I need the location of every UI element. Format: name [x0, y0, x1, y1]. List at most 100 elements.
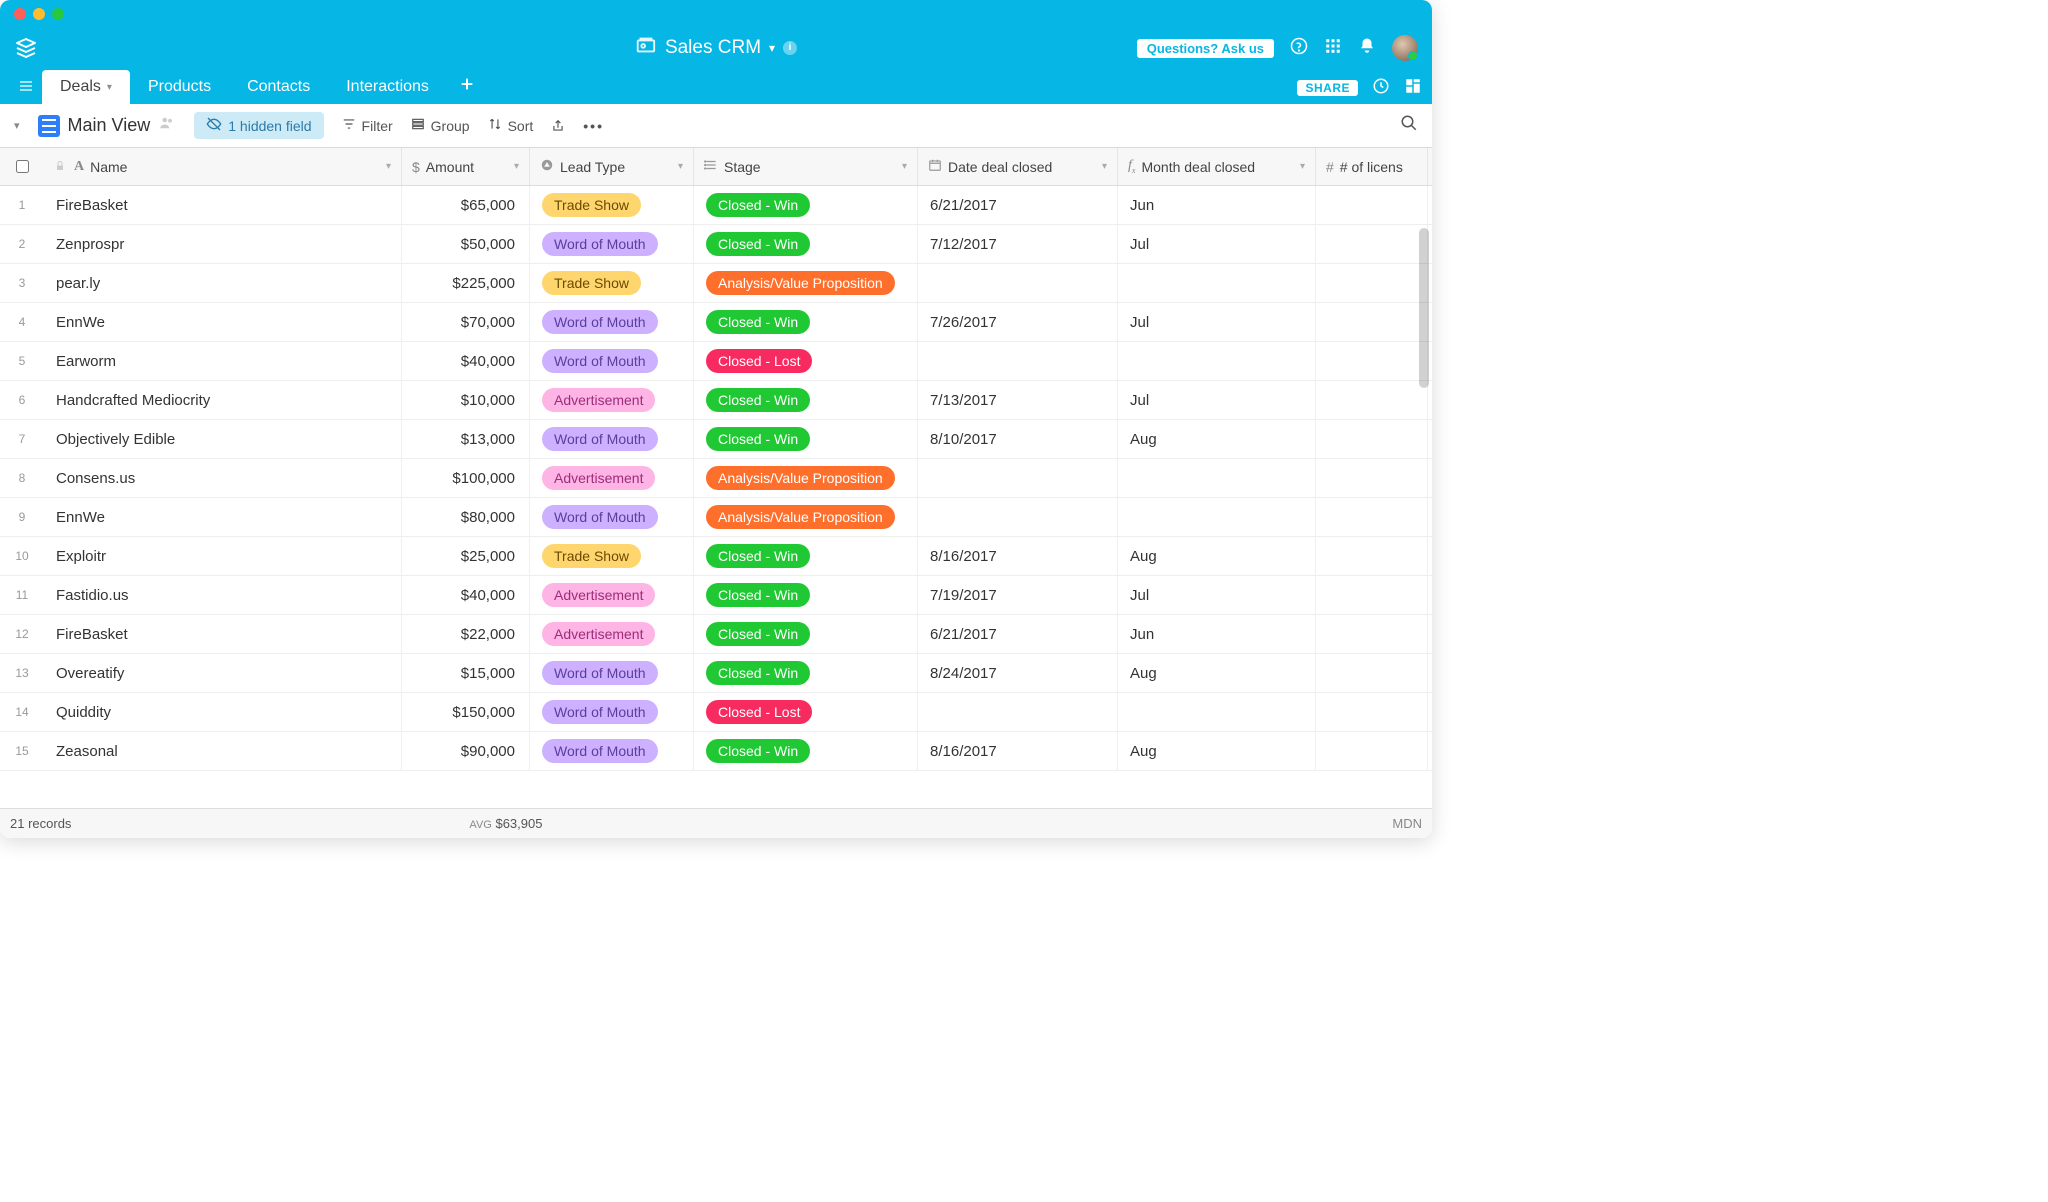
- cell-stage[interactable]: Analysis/Value Proposition: [694, 498, 918, 536]
- bell-icon[interactable]: [1358, 37, 1376, 60]
- table-row[interactable]: 14Quiddity$150,000Word of MouthClosed - …: [0, 693, 1432, 732]
- cell-month[interactable]: [1118, 342, 1316, 380]
- tab-deals[interactable]: Deals ▾: [42, 70, 130, 104]
- view-menu-caret[interactable]: ▾: [14, 119, 20, 132]
- cell-month[interactable]: Aug: [1118, 654, 1316, 692]
- cell-month[interactable]: Jul: [1118, 381, 1316, 419]
- cell-licenses[interactable]: [1316, 381, 1428, 419]
- more-icon[interactable]: •••: [583, 118, 604, 134]
- cell-name[interactable]: EnnWe: [44, 498, 402, 536]
- col-month-closed[interactable]: fx Month deal closed▾: [1118, 148, 1316, 185]
- cell-lead[interactable]: Trade Show: [530, 264, 694, 302]
- cell-name[interactable]: FireBasket: [44, 615, 402, 653]
- cell-amount[interactable]: $10,000: [402, 381, 530, 419]
- cell-name[interactable]: FireBasket: [44, 186, 402, 224]
- cell-date[interactable]: [918, 693, 1118, 731]
- blocks-icon[interactable]: [1404, 77, 1422, 98]
- cell-month[interactable]: Jun: [1118, 615, 1316, 653]
- cell-name[interactable]: Handcrafted Mediocrity: [44, 381, 402, 419]
- table-row[interactable]: 10Exploitr$25,000Trade ShowClosed - Win8…: [0, 537, 1432, 576]
- col-amount[interactable]: $ Amount▾: [402, 148, 530, 185]
- cell-stage[interactable]: Closed - Win: [694, 732, 918, 770]
- window-zoom-icon[interactable]: [52, 8, 64, 20]
- chevron-down-icon[interactable]: ▾: [678, 161, 683, 172]
- cell-stage[interactable]: Closed - Win: [694, 654, 918, 692]
- cell-stage[interactable]: Closed - Lost: [694, 693, 918, 731]
- window-minimize-icon[interactable]: [33, 8, 45, 20]
- cell-month[interactable]: Aug: [1118, 420, 1316, 458]
- cell-name[interactable]: Zenprospr: [44, 225, 402, 263]
- cell-amount[interactable]: $100,000: [402, 459, 530, 497]
- select-all-checkbox[interactable]: [0, 160, 44, 173]
- col-date-closed[interactable]: Date deal closed▾: [918, 148, 1118, 185]
- cell-date[interactable]: 7/19/2017: [918, 576, 1118, 614]
- cell-date[interactable]: 7/12/2017: [918, 225, 1118, 263]
- cell-lead[interactable]: Word of Mouth: [530, 693, 694, 731]
- tab-interactions[interactable]: Interactions: [328, 70, 447, 104]
- cell-month[interactable]: [1118, 498, 1316, 536]
- cell-stage[interactable]: Closed - Win: [694, 225, 918, 263]
- cell-date[interactable]: 8/16/2017: [918, 537, 1118, 575]
- table-row[interactable]: 9EnnWe$80,000Word of MouthAnalysis/Value…: [0, 498, 1432, 537]
- cell-licenses[interactable]: [1316, 654, 1428, 692]
- cell-name[interactable]: Consens.us: [44, 459, 402, 497]
- cell-name[interactable]: Overeatify: [44, 654, 402, 692]
- cell-date[interactable]: 7/13/2017: [918, 381, 1118, 419]
- info-icon[interactable]: i: [783, 41, 797, 55]
- cell-amount[interactable]: $80,000: [402, 498, 530, 536]
- cell-name[interactable]: Exploitr: [44, 537, 402, 575]
- tab-products[interactable]: Products: [130, 70, 229, 104]
- cell-lead[interactable]: Advertisement: [530, 615, 694, 653]
- cell-amount[interactable]: $225,000: [402, 264, 530, 302]
- cell-name[interactable]: Fastidio.us: [44, 576, 402, 614]
- cell-licenses[interactable]: [1316, 264, 1428, 302]
- vertical-scrollbar[interactable]: [1419, 228, 1429, 798]
- cell-stage[interactable]: Analysis/Value Proposition: [694, 264, 918, 302]
- base-title[interactable]: Sales CRM ▾ i: [635, 34, 797, 62]
- group-button[interactable]: Group: [411, 117, 470, 134]
- cell-amount[interactable]: $150,000: [402, 693, 530, 731]
- cell-date[interactable]: 8/24/2017: [918, 654, 1118, 692]
- cell-stage[interactable]: Closed - Win: [694, 537, 918, 575]
- share-view-icon[interactable]: [551, 119, 565, 133]
- sort-button[interactable]: Sort: [488, 117, 534, 134]
- add-table-button[interactable]: [447, 76, 487, 97]
- cell-licenses[interactable]: [1316, 615, 1428, 653]
- cell-name[interactable]: Zeasonal: [44, 732, 402, 770]
- cell-lead[interactable]: Word of Mouth: [530, 420, 694, 458]
- cell-month[interactable]: Jul: [1118, 576, 1316, 614]
- cell-name[interactable]: Earworm: [44, 342, 402, 380]
- cell-lead[interactable]: Word of Mouth: [530, 654, 694, 692]
- cell-amount[interactable]: $50,000: [402, 225, 530, 263]
- search-icon[interactable]: [1400, 114, 1418, 137]
- cell-stage[interactable]: Closed - Win: [694, 381, 918, 419]
- cell-amount[interactable]: $70,000: [402, 303, 530, 341]
- chevron-down-icon[interactable]: ▾: [902, 161, 907, 172]
- cell-licenses[interactable]: [1316, 537, 1428, 575]
- cell-lead[interactable]: Trade Show: [530, 186, 694, 224]
- cell-date[interactable]: [918, 264, 1118, 302]
- cell-month[interactable]: Jul: [1118, 225, 1316, 263]
- chevron-down-icon[interactable]: ▾: [1300, 161, 1305, 172]
- cell-lead[interactable]: Advertisement: [530, 576, 694, 614]
- cell-lead[interactable]: Advertisement: [530, 459, 694, 497]
- cell-month[interactable]: [1118, 264, 1316, 302]
- col-lead-type[interactable]: Lead Type▾: [530, 148, 694, 185]
- table-row[interactable]: 1FireBasket$65,000Trade ShowClosed - Win…: [0, 186, 1432, 225]
- cell-name[interactable]: Quiddity: [44, 693, 402, 731]
- tab-contacts[interactable]: Contacts: [229, 70, 328, 104]
- cell-lead[interactable]: Word of Mouth: [530, 732, 694, 770]
- cell-licenses[interactable]: [1316, 303, 1428, 341]
- table-row[interactable]: 5Earworm$40,000Word of MouthClosed - Los…: [0, 342, 1432, 381]
- cell-date[interactable]: 6/21/2017: [918, 186, 1118, 224]
- table-row[interactable]: 12FireBasket$22,000AdvertisementClosed -…: [0, 615, 1432, 654]
- chevron-down-icon[interactable]: ▾: [1102, 161, 1107, 172]
- logo-icon[interactable]: [14, 36, 38, 60]
- cell-month[interactable]: Aug: [1118, 732, 1316, 770]
- cell-month[interactable]: Jun: [1118, 186, 1316, 224]
- chevron-down-icon[interactable]: ▾: [514, 161, 519, 172]
- table-row[interactable]: 6Handcrafted Mediocrity$10,000Advertisem…: [0, 381, 1432, 420]
- history-icon[interactable]: [1372, 77, 1390, 98]
- window-close-icon[interactable]: [14, 8, 26, 20]
- cell-amount[interactable]: $40,000: [402, 342, 530, 380]
